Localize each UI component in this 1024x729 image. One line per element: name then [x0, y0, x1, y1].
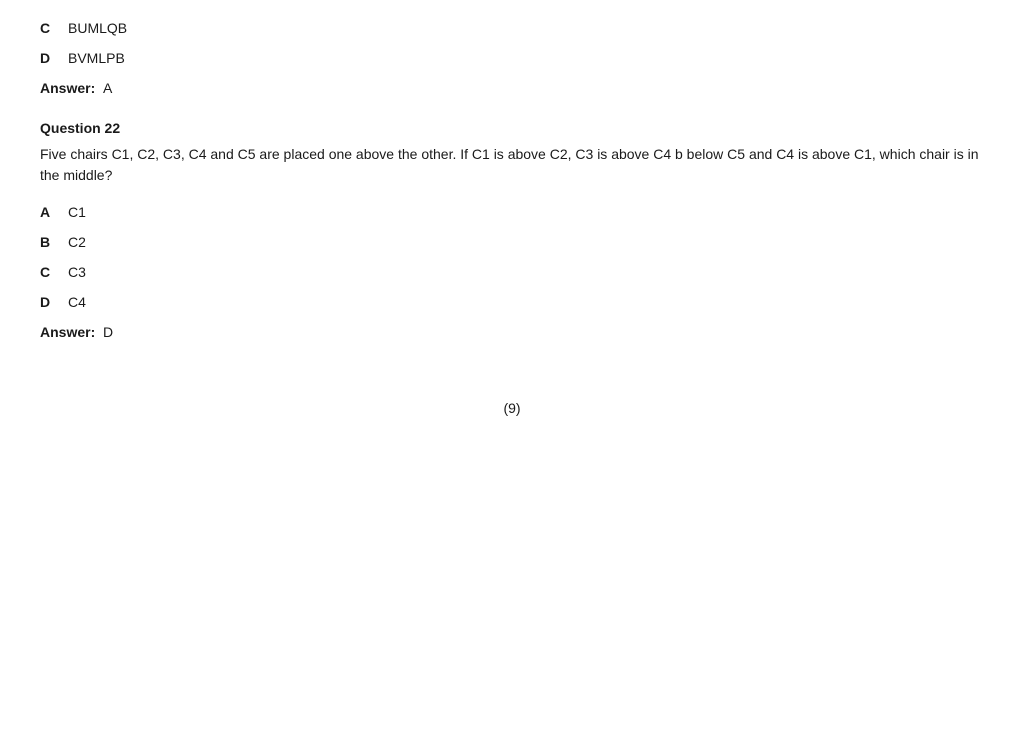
option-a-letter: A — [40, 204, 68, 220]
prev-option-c: C BUMLQB — [40, 20, 984, 36]
prev-option-c-text: BUMLQB — [68, 20, 127, 36]
option-c: C C3 — [40, 264, 984, 280]
prev-option-d-letter: D — [40, 50, 68, 66]
prev-answer: Answer: A — [40, 80, 984, 96]
question-22-heading: Question 22 — [40, 120, 984, 136]
option-c-letter: C — [40, 264, 68, 280]
answer-22-label: Answer: — [40, 324, 95, 340]
option-d-text: C4 — [68, 294, 86, 310]
option-d-letter: D — [40, 294, 68, 310]
option-a: A C1 — [40, 204, 984, 220]
option-b-text: C2 — [68, 234, 86, 250]
option-b-letter: B — [40, 234, 68, 250]
option-c-text: C3 — [68, 264, 86, 280]
prev-option-d-text: BVMLPB — [68, 50, 125, 66]
answer-22-value: D — [103, 324, 113, 340]
answer-22: Answer: D — [40, 324, 984, 340]
prev-option-c-letter: C — [40, 20, 68, 36]
option-d: D C4 — [40, 294, 984, 310]
prev-answer-label: Answer: — [40, 80, 95, 96]
option-b: B C2 — [40, 234, 984, 250]
option-a-text: C1 — [68, 204, 86, 220]
question-22-body: Five chairs C1, C2, C3, C4 and C5 are pl… — [40, 144, 984, 186]
page-number: (9) — [40, 400, 984, 416]
prev-answer-value: A — [103, 80, 112, 96]
prev-option-d: D BVMLPB — [40, 50, 984, 66]
